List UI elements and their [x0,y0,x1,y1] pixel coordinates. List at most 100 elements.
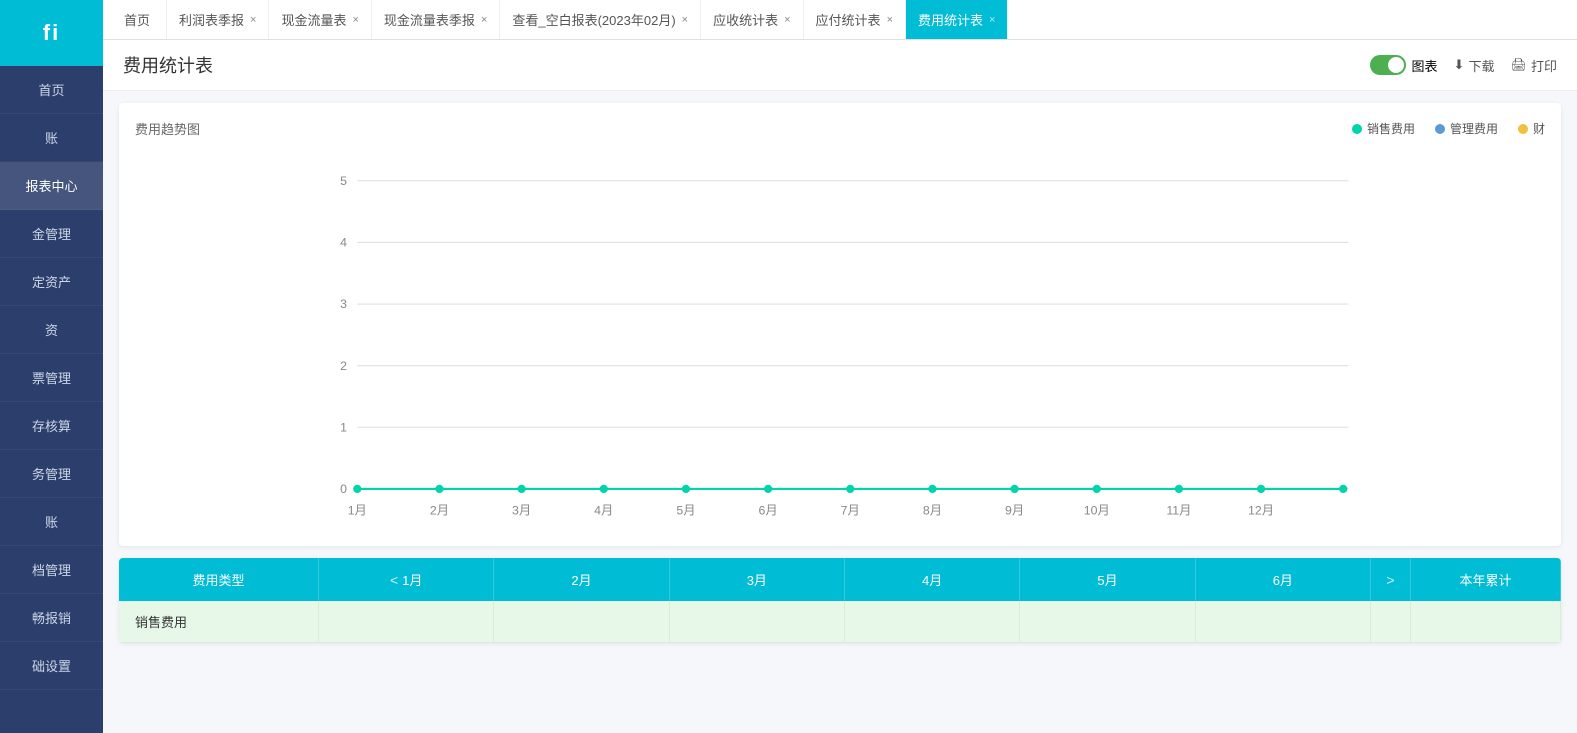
th-m5: 5月 [1020,558,1195,601]
page-header: 费用统计表 图表 ⬇ 下载 🖨 打印 [103,40,1577,91]
th-m2: 2月 [494,558,669,601]
th-m6: 6月 [1196,558,1371,601]
td-m1 [319,601,494,642]
legend-label-finance: 财 [1533,120,1545,137]
download-button[interactable]: ⬇ 下载 [1454,56,1495,75]
td-m3 [670,601,845,642]
svg-text:2月: 2月 [430,504,449,518]
next-arrow-icon[interactable]: > [1386,572,1394,588]
td-m2 [494,601,669,642]
legend-sales-expense: 销售费用 [1352,120,1415,137]
svg-text:12月: 12月 [1248,504,1274,518]
sidebar-item-investment[interactable]: 资 [0,306,103,354]
close-profit-tab[interactable]: × [250,14,256,26]
legend-dot-management [1435,124,1445,134]
legend-label-sales: 销售费用 [1367,120,1415,137]
header-actions: 图表 ⬇ 下载 🖨 打印 [1370,55,1557,75]
download-icon: ⬇ [1454,57,1465,73]
close-cashflow-tab[interactable]: × [352,14,358,26]
tab-home[interactable]: 首页 [108,0,167,39]
svg-text:7月: 7月 [841,504,860,518]
th-ytd: 本年累计 [1411,558,1561,601]
th-m3: 3月 [670,558,845,601]
td-nav [1371,601,1411,642]
th-type: 费用类型 [119,558,319,601]
print-button[interactable]: 🖨 打印 [1510,56,1557,75]
table-header: 费用类型 < 1月 2月 3月 4月 5月 6月 > 本年累计 [119,558,1561,601]
legend-dot-finance [1518,124,1528,134]
svg-text:5月: 5月 [676,504,695,518]
chart-toggle-wrap: 图表 [1370,55,1438,75]
chart-section: 费用趋势图 销售费用 管理费用 财 [119,103,1561,546]
chart-container: 5 4 3 2 1 0 [135,150,1545,530]
tab-bar: 首页 利润表季报 × 现金流量表 × 现金流量表季报 × 查看_空白报表(202… [103,0,1577,40]
expense-table: 费用类型 < 1月 2月 3月 4月 5月 6月 > 本年累计 销售费用 [119,558,1561,643]
legend-label-management: 管理费用 [1450,120,1498,137]
th-next[interactable]: > [1371,558,1411,601]
legend-dot-sales [1352,124,1362,134]
svg-text:1月: 1月 [348,504,367,518]
close-blank-report-tab[interactable]: × [682,14,688,26]
svg-text:9月: 9月 [1005,504,1024,518]
expense-chart: 5 4 3 2 1 0 [135,150,1545,530]
td-m5 [1020,601,1195,642]
sidebar: fi 首页 账 报表中心 金管理 定资产 资 票管理 存核算 务管理 账 档管理… [0,0,103,733]
main-area: 首页 利润表季报 × 现金流量表 × 现金流量表季报 × 查看_空白报表(202… [103,0,1577,733]
svg-text:0: 0 [340,482,347,496]
sidebar-item-report-center[interactable]: 报表中心 [0,162,103,210]
svg-text:6月: 6月 [759,504,778,518]
th-m4: 4月 [845,558,1020,601]
th-prev[interactable]: < 1月 [319,558,494,601]
tab-expense-stats[interactable]: 费用统计表 × [906,0,1008,39]
td-m6 [1196,601,1371,642]
content-area: 费用统计表 图表 ⬇ 下载 🖨 打印 费用趋势图 [103,40,1577,733]
tab-profit[interactable]: 利润表季报 × [167,0,269,39]
sidebar-item-fund[interactable]: 金管理 [0,210,103,258]
sidebar-item-sales[interactable]: 畅报销 [0,594,103,642]
sidebar-scroll: 首页 账 报表中心 金管理 定资产 资 票管理 存核算 务管理 账 档管理 畅报… [0,66,103,733]
td-ytd [1411,601,1561,642]
close-cashflow-quarterly-tab[interactable]: × [481,14,487,26]
prev-arrow-icon[interactable]: < [390,572,398,588]
sidebar-item-inventory[interactable]: 存核算 [0,402,103,450]
chart-legend: 销售费用 管理费用 财 [1352,120,1545,137]
sidebar-item-settings[interactable]: 础设置 [0,642,103,690]
close-ar-stats-tab[interactable]: × [784,14,790,26]
td-m4 [845,601,1020,642]
table-row: 销售费用 [119,601,1561,643]
sidebar-item-home[interactable]: 首页 [0,66,103,114]
svg-text:2: 2 [340,359,347,373]
tab-ar-stats[interactable]: 应收统计表 × [701,0,803,39]
tab-cashflow[interactable]: 现金流量表 × [269,0,371,39]
svg-text:11月: 11月 [1166,504,1191,518]
page-title: 费用统计表 [123,52,213,78]
svg-text:3: 3 [340,297,347,311]
svg-text:1: 1 [340,420,347,434]
chart-toggle-label: 图表 [1412,56,1438,75]
tab-cashflow-quarterly[interactable]: 现金流量表季报 × [372,0,500,39]
close-ap-stats-tab[interactable]: × [887,14,893,26]
tab-blank-report[interactable]: 查看_空白报表(2023年02月) × [500,0,701,39]
sidebar-item-invoice[interactable]: 票管理 [0,354,103,402]
svg-text:4月: 4月 [594,504,613,518]
svg-text:8月: 8月 [923,504,942,518]
app-logo: fi [0,0,103,66]
tab-ap-stats[interactable]: 应付统计表 × [804,0,906,39]
svg-text:3月: 3月 [512,504,531,518]
print-icon: 🖨 [1510,57,1527,73]
legend-finance-expense: 财 [1518,120,1545,137]
sidebar-item-ar[interactable]: 账 [0,498,103,546]
td-type: 销售费用 [119,601,319,642]
svg-text:10月: 10月 [1084,504,1110,518]
th-m1-label: 1月 [402,570,422,589]
sidebar-item-service[interactable]: 务管理 [0,450,103,498]
svg-text:4: 4 [340,236,347,250]
sidebar-item-ledger[interactable]: 账 [0,114,103,162]
chart-title: 费用趋势图 [135,119,200,138]
sidebar-item-fixed-assets[interactable]: 定资产 [0,258,103,306]
close-expense-stats-tab[interactable]: × [989,14,995,26]
chart-toggle[interactable] [1370,55,1406,75]
legend-management-expense: 管理费用 [1435,120,1498,137]
sidebar-item-archive[interactable]: 档管理 [0,546,103,594]
chart-header: 费用趋势图 销售费用 管理费用 财 [135,119,1545,138]
